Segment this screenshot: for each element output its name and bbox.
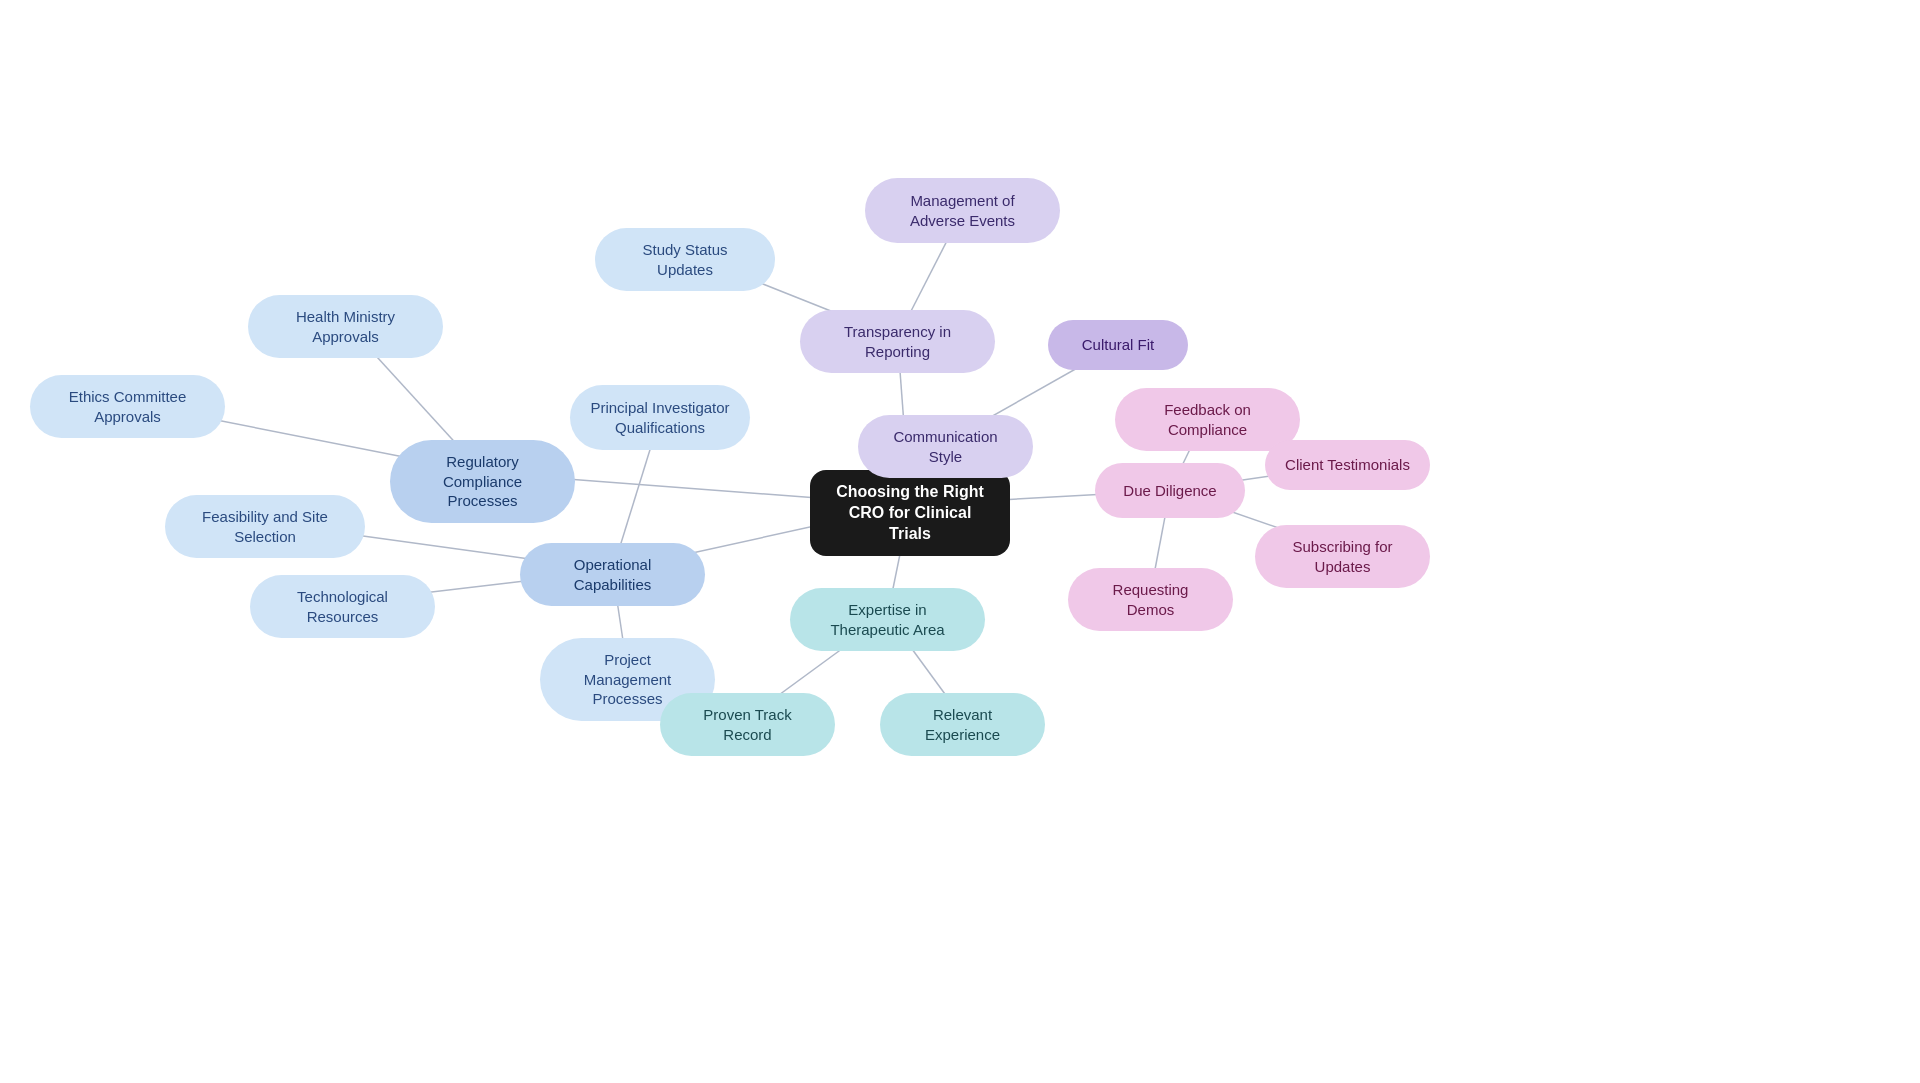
mind-map-container: Choosing the Right CRO for Clinical Tria… bbox=[0, 0, 1920, 1083]
node-technologicalResources[interactable]: Technological Resources bbox=[250, 575, 435, 638]
node-principalInvestigator[interactable]: Principal Investigator Qualifications bbox=[570, 385, 750, 450]
node-requestingDemos[interactable]: Requesting Demos bbox=[1068, 568, 1233, 631]
node-transparencyInReporting[interactable]: Transparency in Reporting bbox=[800, 310, 995, 373]
node-dueDiligence[interactable]: Due Diligence bbox=[1095, 463, 1245, 518]
node-relevantExperience[interactable]: Relevant Experience bbox=[880, 693, 1045, 756]
node-managementAdverseEvents[interactable]: Management of Adverse Events bbox=[865, 178, 1060, 243]
node-healthMinistryApprovals[interactable]: Health Ministry Approvals bbox=[248, 295, 443, 358]
node-clientTestimonials[interactable]: Client Testimonials bbox=[1265, 440, 1430, 490]
node-subscribingForUpdates[interactable]: Subscribing for Updates bbox=[1255, 525, 1430, 588]
node-feasibilitySiteSelection[interactable]: Feasibility and Site Selection bbox=[165, 495, 365, 558]
node-provenTrackRecord[interactable]: Proven Track Record bbox=[660, 693, 835, 756]
node-feedbackOnCompliance[interactable]: Feedback on Compliance bbox=[1115, 388, 1300, 451]
node-ethicsCommitteeApprovals[interactable]: Ethics Committee Approvals bbox=[30, 375, 225, 438]
node-communicationStyle[interactable]: Communication Style bbox=[858, 415, 1033, 478]
node-regulatoryCompliance[interactable]: Regulatory Compliance Processes bbox=[390, 440, 575, 523]
node-operationalCapabilities[interactable]: Operational Capabilities bbox=[520, 543, 705, 606]
node-expertiseTherapeutic[interactable]: Expertise in Therapeutic Area bbox=[790, 588, 985, 651]
node-center[interactable]: Choosing the Right CRO for Clinical Tria… bbox=[810, 470, 1010, 556]
node-studyStatusUpdates[interactable]: Study Status Updates bbox=[595, 228, 775, 291]
node-culturalFit[interactable]: Cultural Fit bbox=[1048, 320, 1188, 370]
